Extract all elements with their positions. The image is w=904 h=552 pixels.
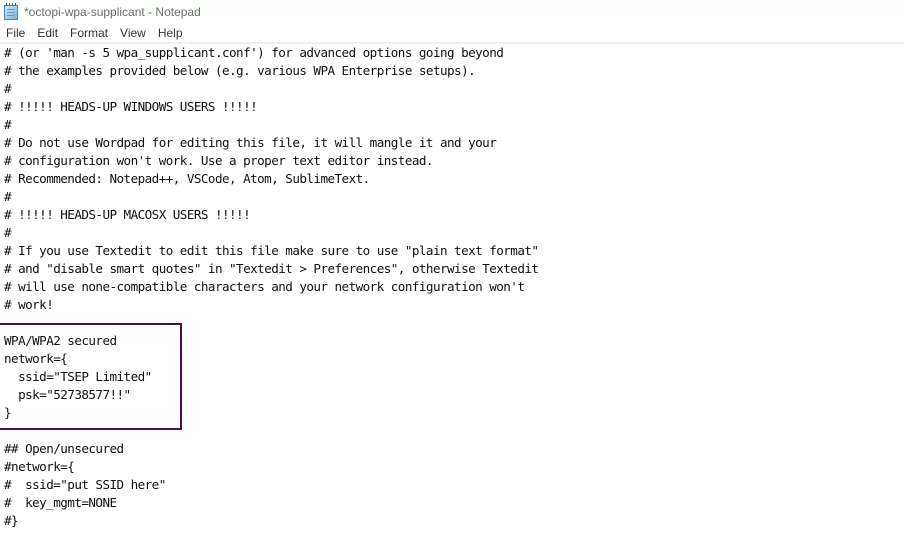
- text-line: #: [4, 189, 12, 204]
- text-line: WPA/WPA2 secured: [4, 333, 117, 348]
- text-line: #}: [4, 513, 19, 528]
- text-editor[interactable]: # (or 'man -s 5 wpa_supplicant.conf') fo…: [0, 44, 904, 552]
- text-line: # Recommended: Notepad++, VSCode, Atom, …: [4, 171, 370, 186]
- text-line: network={: [4, 351, 68, 366]
- text-line: #network={: [4, 459, 75, 474]
- menu-view[interactable]: View: [114, 26, 152, 40]
- text-line: ssid="TSEP Limited": [4, 369, 152, 384]
- text-line: #: [4, 117, 12, 132]
- text-line: #: [4, 81, 12, 96]
- text-line: # configuration won't work. Use a proper…: [4, 153, 434, 168]
- title-bar: *octopi-wpa-supplicant - Notepad: [0, 0, 904, 24]
- notepad-icon: [4, 2, 18, 20]
- text-line: # !!!!! HEADS-UP MACOSX USERS !!!!!: [4, 207, 251, 222]
- text-line: # work!: [4, 297, 54, 312]
- text-line: # key_mgmt=NONE: [4, 495, 117, 510]
- text-line: # and "disable smart quotes" in "Textedi…: [4, 261, 539, 276]
- text-line: # will use none-compatible characters an…: [4, 279, 525, 294]
- text-line: ## Open/unsecured: [4, 441, 124, 456]
- text-line: }: [4, 405, 12, 420]
- text-line: #: [4, 225, 12, 240]
- text-line: # If you use Textedit to edit this file …: [4, 243, 539, 258]
- text-line: # !!!!! HEADS-UP WINDOWS USERS !!!!!: [4, 99, 258, 114]
- text-line: # the examples provided below (e.g. vari…: [4, 63, 476, 78]
- text-line: psk="52738577!!": [4, 387, 131, 402]
- text-line: # (or 'man -s 5 wpa_supplicant.conf') fo…: [4, 45, 504, 60]
- menu-help[interactable]: Help: [152, 26, 189, 40]
- text-line: # ssid="put SSID here": [4, 477, 166, 492]
- menu-edit[interactable]: Edit: [31, 26, 64, 40]
- window-title: *octopi-wpa-supplicant - Notepad: [24, 5, 201, 19]
- menu-format[interactable]: Format: [64, 26, 114, 40]
- text-line: # Do not use Wordpad for editing this fi…: [4, 135, 497, 150]
- menu-file[interactable]: File: [0, 26, 31, 40]
- menu-bar: File Edit Format View Help: [0, 24, 904, 44]
